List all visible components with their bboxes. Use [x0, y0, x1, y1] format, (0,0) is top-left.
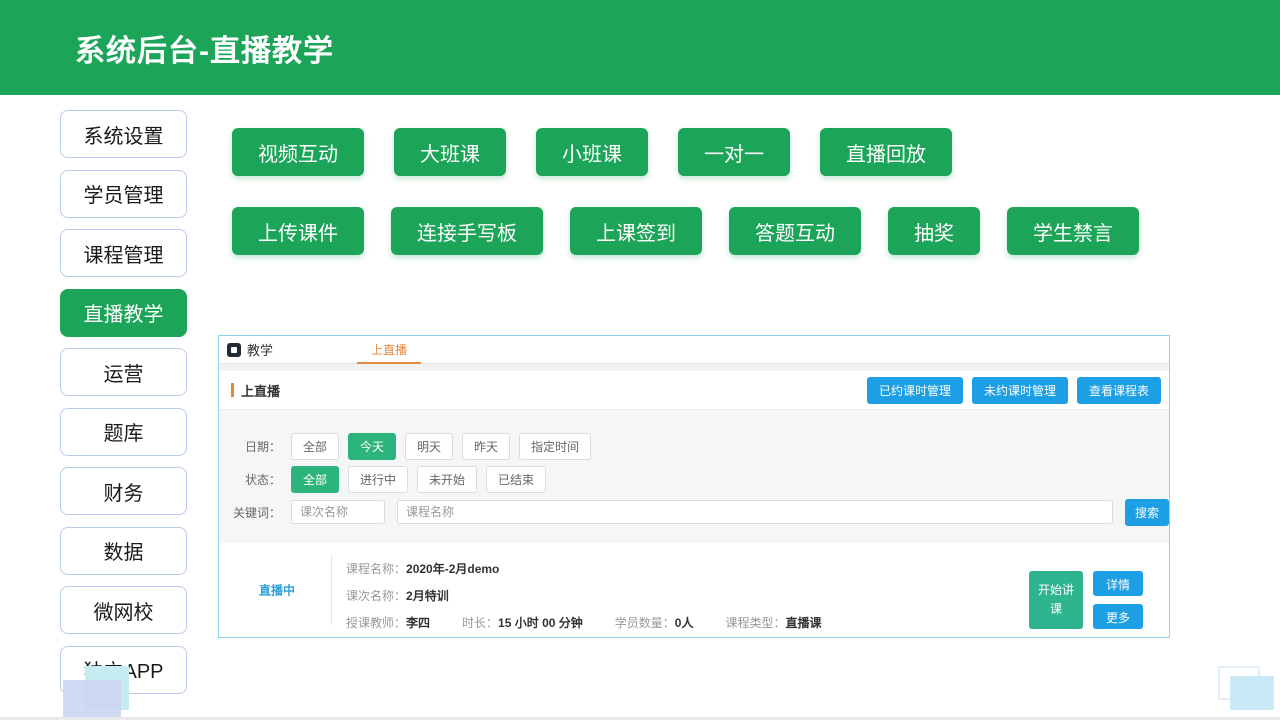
course-info: 课程名称： 2020年-2月demo 课次名称： 2月特训 授课教师：李四 时长…: [346, 555, 853, 636]
feature-button-row1-5[interactable]: 直播回放: [820, 128, 952, 176]
duration-field: 时长：15 小时 00 分钟: [462, 614, 583, 631]
brand-label: 教学: [247, 340, 273, 359]
status-filter-options: 全部进行中未开始已结束: [291, 466, 546, 493]
keyword-filter-label: 关键词：: [229, 504, 281, 521]
page-title: 系统后台-直播教学: [75, 26, 334, 70]
feature-button-row2-4[interactable]: 答题互动: [729, 207, 861, 255]
page-header: 系统后台-直播教学: [0, 0, 1280, 95]
sidebar-item-9[interactable]: 微网校: [60, 586, 187, 634]
sidebar: 系统设置学员管理课程管理直播教学运营题库财务数据微网校独立APP: [60, 110, 187, 694]
sidebar-item-6[interactable]: 题库: [60, 408, 187, 456]
course-row: 直播中 课程名称： 2020年-2月demo 课次名称： 2月特训 授课教师：李…: [219, 543, 1169, 637]
panel-action-button-1[interactable]: 已约课时管理: [867, 377, 963, 404]
panel-action-button-3[interactable]: 查看课程表: [1077, 377, 1161, 404]
orange-accent-bar: [231, 383, 234, 397]
status-option-4[interactable]: 已结束: [486, 466, 546, 493]
section-header: 上直播 已约课时管理未约课时管理查看课程表: [219, 371, 1169, 410]
status-option-2[interactable]: 进行中: [348, 466, 408, 493]
session-name-label: 课次名称：: [346, 587, 406, 604]
session-name-line: 课次名称： 2月特训: [346, 582, 853, 609]
status-option-3[interactable]: 未开始: [417, 466, 477, 493]
sidebar-item-4[interactable]: 直播教学: [60, 289, 187, 337]
decor-square-cyan-right: [1230, 676, 1274, 710]
filter-row-keyword: 关键词： 搜索: [229, 500, 1169, 524]
course-type-field: 课程类型：直播课: [725, 614, 821, 631]
feature-button-row2-1[interactable]: 上传课件: [232, 207, 364, 255]
tab-live-stream[interactable]: 上直播: [357, 336, 421, 364]
date-option-3[interactable]: 明天: [405, 433, 453, 460]
students-field: 学员数量：0人: [615, 614, 694, 631]
decor-square-lavender-left: [63, 680, 121, 720]
section-title: 上直播: [241, 381, 280, 400]
filters-area: 日期： 全部今天明天昨天指定时间 状态： 全部进行中未开始已结束 关键词： 搜索: [219, 410, 1169, 543]
panel-tabbar: 教学 上直播: [219, 336, 1169, 364]
sidebar-item-5[interactable]: 运营: [60, 348, 187, 396]
sidebar-item-3[interactable]: 课程管理: [60, 229, 187, 277]
session-name-input[interactable]: [291, 500, 385, 524]
date-option-1[interactable]: 全部: [291, 433, 339, 460]
teach-logo-icon: [227, 343, 241, 357]
vertical-divider: [331, 555, 332, 625]
feature-buttons-row1: 视频互动大班课小班课一对一直播回放: [232, 128, 952, 176]
date-option-4[interactable]: 昨天: [462, 433, 510, 460]
teacher-field: 授课教师：李四: [346, 614, 430, 631]
sidebar-item-1[interactable]: 系统设置: [60, 110, 187, 158]
date-filter-label: 日期：: [229, 438, 281, 455]
feature-button-row1-3[interactable]: 小班课: [536, 128, 648, 176]
session-name-value: 2月特训: [406, 587, 449, 604]
feature-button-row2-2[interactable]: 连接手写板: [391, 207, 543, 255]
feature-button-row2-5[interactable]: 抽奖: [888, 207, 980, 255]
header-actions: 已约课时管理未约课时管理查看课程表: [867, 377, 1161, 404]
panel-action-button-2[interactable]: 未约课时管理: [972, 377, 1068, 404]
status-filter-label: 状态：: [229, 471, 281, 488]
filter-row-date: 日期： 全部今天明天昨天指定时间: [229, 434, 1169, 458]
sidebar-item-7[interactable]: 财务: [60, 467, 187, 515]
more-button[interactable]: 更多: [1093, 604, 1143, 629]
filter-row-status: 状态： 全部进行中未开始已结束: [229, 467, 1169, 491]
feature-button-row1-1[interactable]: 视频互动: [232, 128, 364, 176]
course-name-label: 课程名称：: [346, 560, 406, 577]
date-option-2[interactable]: 今天: [348, 433, 396, 460]
date-option-5[interactable]: 指定时间: [519, 433, 591, 460]
course-name-line: 课程名称： 2020年-2月demo: [346, 555, 853, 582]
course-status-badge: 直播中: [259, 582, 295, 599]
admin-panel: 教学 上直播 上直播 已约课时管理未约课时管理查看课程表 日期： 全部今天明天昨…: [218, 335, 1170, 638]
feature-button-row1-4[interactable]: 一对一: [678, 128, 790, 176]
feature-button-row2-6[interactable]: 学生禁言: [1007, 207, 1139, 255]
feature-button-row2-3[interactable]: 上课签到: [570, 207, 702, 255]
divider-strip: [219, 364, 1169, 371]
detail-button[interactable]: 详情: [1093, 571, 1143, 596]
section-title-wrap: 上直播: [231, 381, 280, 400]
status-option-1[interactable]: 全部: [291, 466, 339, 493]
search-button[interactable]: 搜索: [1125, 499, 1169, 526]
start-lecture-button[interactable]: 开始讲课: [1029, 571, 1083, 629]
date-filter-options: 全部今天明天昨天指定时间: [291, 433, 591, 460]
course-meta-line: 授课教师：李四 时长：15 小时 00 分钟 学员数量：0人 课程类型：直播课: [346, 609, 853, 636]
course-name-input[interactable]: [397, 500, 1113, 524]
feature-buttons-row2: 上传课件连接手写板上课签到答题互动抽奖学生禁言: [232, 207, 1139, 255]
course-name-value: 2020年-2月demo: [406, 560, 499, 577]
sidebar-item-8[interactable]: 数据: [60, 527, 187, 575]
feature-button-row1-2[interactable]: 大班课: [394, 128, 506, 176]
sidebar-item-2[interactable]: 学员管理: [60, 170, 187, 218]
